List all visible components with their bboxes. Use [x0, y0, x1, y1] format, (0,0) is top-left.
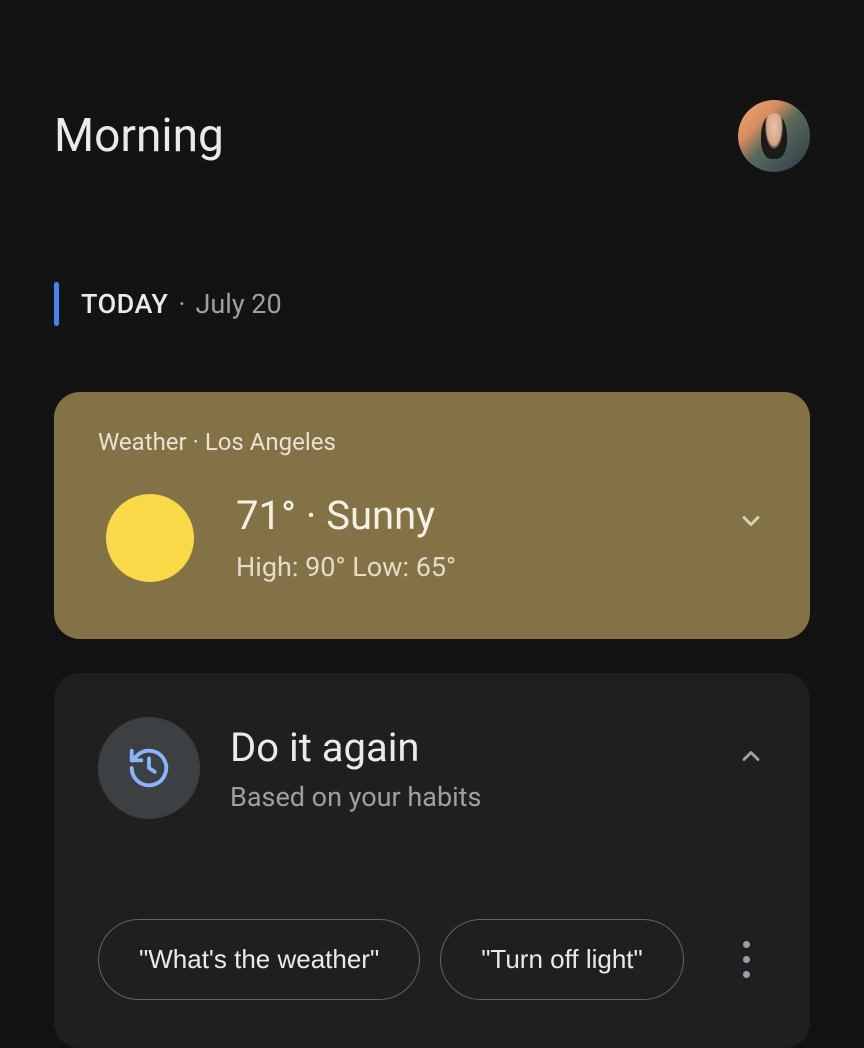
weather-temp-condition: 71° · Sunny: [236, 492, 766, 539]
suggestion-chip-weather[interactable]: "What's the weather": [98, 919, 420, 1000]
date-separator: ·: [178, 288, 185, 320]
weather-high-low: High: 90° Low: 65°: [236, 551, 766, 583]
habits-card: Do it again Based on your habits "What's…: [54, 673, 810, 1048]
weather-card[interactable]: Weather · Los Angeles 71° · Sunny High: …: [54, 392, 810, 639]
chevron-down-icon[interactable]: [736, 506, 766, 536]
header: Morning: [54, 100, 810, 172]
habits-subtitle: Based on your habits: [230, 781, 766, 813]
history-icon: [98, 717, 200, 819]
habits-title: Do it again: [230, 724, 766, 771]
weather-card-label: Weather · Los Angeles: [98, 428, 766, 456]
date-bar: TODAY · July 20: [54, 282, 810, 326]
chevron-up-icon[interactable]: [736, 741, 766, 771]
suggestion-chip-light[interactable]: "Turn off light": [440, 919, 684, 1000]
date-indicator: [54, 282, 59, 326]
sun-icon: [106, 494, 194, 582]
profile-avatar[interactable]: [738, 100, 810, 172]
date-value: July 20: [195, 288, 281, 320]
date-label: TODAY: [81, 288, 168, 320]
more-options-icon[interactable]: [726, 940, 766, 980]
greeting-text: Morning: [54, 109, 224, 163]
